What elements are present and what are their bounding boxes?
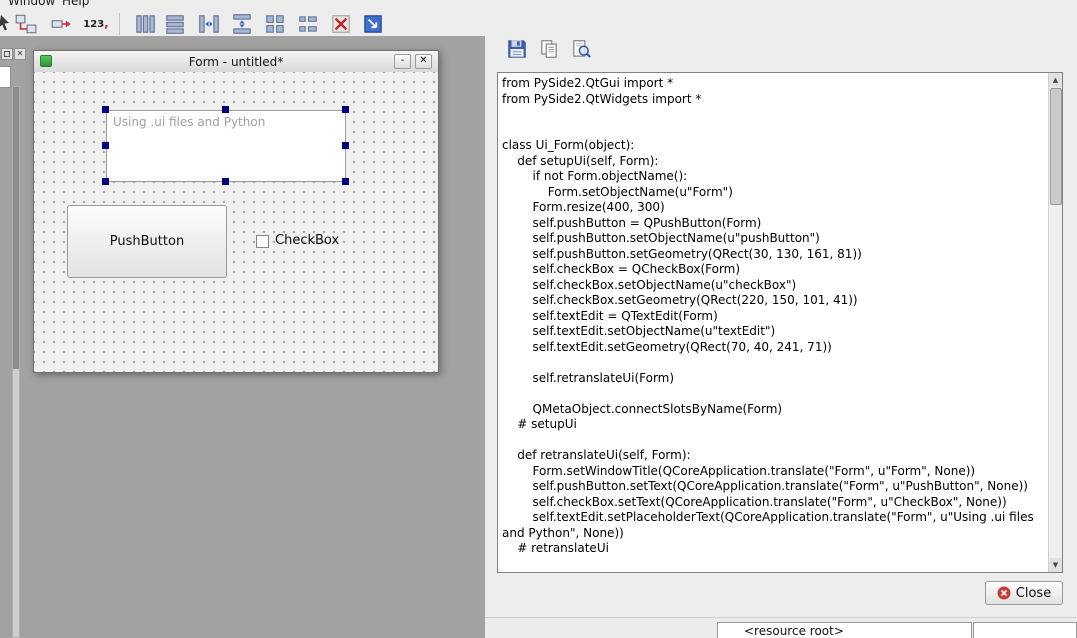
- splitter-horizontal-icon: [197, 12, 221, 36]
- menu-item-window[interactable]: Window: [8, 0, 55, 8]
- mdi-area: ✕ Form - untitled* - ✕ Using .ui files a…: [0, 36, 485, 638]
- adjust-size-icon: [361, 12, 385, 36]
- edit-buddies-icon: [50, 12, 74, 36]
- edit-signals-slots-icon: [14, 12, 38, 36]
- edit-signals-slots-button[interactable]: [14, 12, 38, 36]
- code-scrollbar-thumb[interactable]: [1050, 88, 1062, 205]
- layout-form-icon: [296, 12, 320, 36]
- save-button[interactable]: [506, 38, 528, 60]
- resource-root-item[interactable]: <resource root>: [717, 622, 972, 638]
- selection-handle[interactable]: [222, 178, 229, 185]
- layout-vertical-button[interactable]: [133, 12, 157, 36]
- edit-buddies-button[interactable]: [50, 12, 74, 36]
- resource-browser: <resource root>: [485, 617, 1077, 638]
- layout-vertical-icon: [133, 12, 157, 36]
- form-window-icon: [40, 55, 52, 67]
- copy-button[interactable]: [538, 38, 560, 60]
- resource-panel-fragment: [973, 622, 1077, 638]
- dock-float-button[interactable]: [1, 48, 13, 60]
- close-circle-icon: [997, 586, 1011, 600]
- break-layout-button[interactable]: [329, 12, 353, 36]
- pushbutton-label: PushButton: [110, 234, 184, 249]
- layout-form-button[interactable]: [296, 12, 320, 36]
- close-button-label: Close: [1016, 586, 1051, 601]
- save-icon: [506, 38, 528, 60]
- checkbox-label: CheckBox: [275, 233, 339, 248]
- code-view[interactable]: from PySide2.QtGui import * from PySide2…: [497, 72, 1063, 573]
- close-button[interactable]: Close: [985, 581, 1063, 605]
- code-scrollbar[interactable]: ▲ ▼: [1048, 73, 1062, 572]
- toolbar-separator: [119, 13, 120, 35]
- edit-tab-order-icon: 123: [83, 19, 104, 30]
- close-icon: ✕: [17, 49, 24, 58]
- form-window-titlebar[interactable]: Form - untitled* - ✕: [34, 51, 438, 73]
- screen: Window Help 123,: [0, 0, 1077, 638]
- selection-handle[interactable]: [102, 142, 109, 149]
- layout-horizontal-icon: [163, 12, 187, 36]
- form-window-title: Form - untitled*: [34, 55, 438, 69]
- splitter-vertical-icon: [230, 12, 254, 36]
- textedit-placeholder: Using .ui files and Python: [113, 115, 265, 129]
- form-canvas[interactable]: Using .ui files and Python PushButton Ch…: [34, 72, 438, 372]
- float-icon: [4, 51, 10, 57]
- adjust-size-button[interactable]: [361, 12, 385, 36]
- resource-root-label: <resource root>: [744, 624, 844, 638]
- pushbutton-widget[interactable]: PushButton: [67, 205, 227, 278]
- break-layout-icon: [329, 12, 353, 36]
- form-window: Form - untitled* - ✕ Using .ui files and…: [33, 50, 439, 373]
- tab-order-comma: ,: [104, 16, 109, 30]
- selection-handle[interactable]: [102, 178, 109, 185]
- splitter-vertical-button[interactable]: [230, 12, 254, 36]
- widgetbox-scrollbar[interactable]: [12, 86, 20, 638]
- checkbox-widget[interactable]: [256, 235, 269, 248]
- selection-handle[interactable]: [342, 106, 349, 113]
- selection-handle[interactable]: [222, 106, 229, 113]
- layout-grid-button[interactable]: [263, 12, 287, 36]
- main-toolbar: 123,: [0, 9, 485, 36]
- splitter-horizontal-button[interactable]: [197, 12, 221, 36]
- find-icon: [570, 38, 592, 60]
- widgetbox-scrollbar-thumb[interactable]: [13, 87, 19, 369]
- layout-horizontal-button[interactable]: [163, 12, 187, 36]
- textedit-widget[interactable]: Using .ui files and Python: [106, 110, 346, 182]
- selection-handle[interactable]: [342, 142, 349, 149]
- selection-handle[interactable]: [102, 106, 109, 113]
- form-minimize-button[interactable]: -: [394, 54, 411, 69]
- scroll-up-icon[interactable]: ▲: [1049, 73, 1062, 87]
- copy-icon: [538, 38, 560, 60]
- menubar: Window Help: [0, 0, 485, 9]
- menu-item-help[interactable]: Help: [62, 0, 89, 8]
- find-button[interactable]: [570, 38, 592, 60]
- edit-tab-order-button[interactable]: 123,: [82, 12, 110, 36]
- layout-grid-icon: [263, 12, 287, 36]
- selection-handle[interactable]: [342, 178, 349, 185]
- form-close-button[interactable]: ✕: [415, 54, 432, 69]
- widgetbox-filter-fragment[interactable]: [0, 66, 11, 88]
- scroll-down-icon[interactable]: ▼: [1049, 558, 1062, 572]
- generated-code[interactable]: from PySide2.QtGui import * from PySide2…: [498, 73, 1048, 572]
- dock-close-button[interactable]: ✕: [14, 48, 26, 60]
